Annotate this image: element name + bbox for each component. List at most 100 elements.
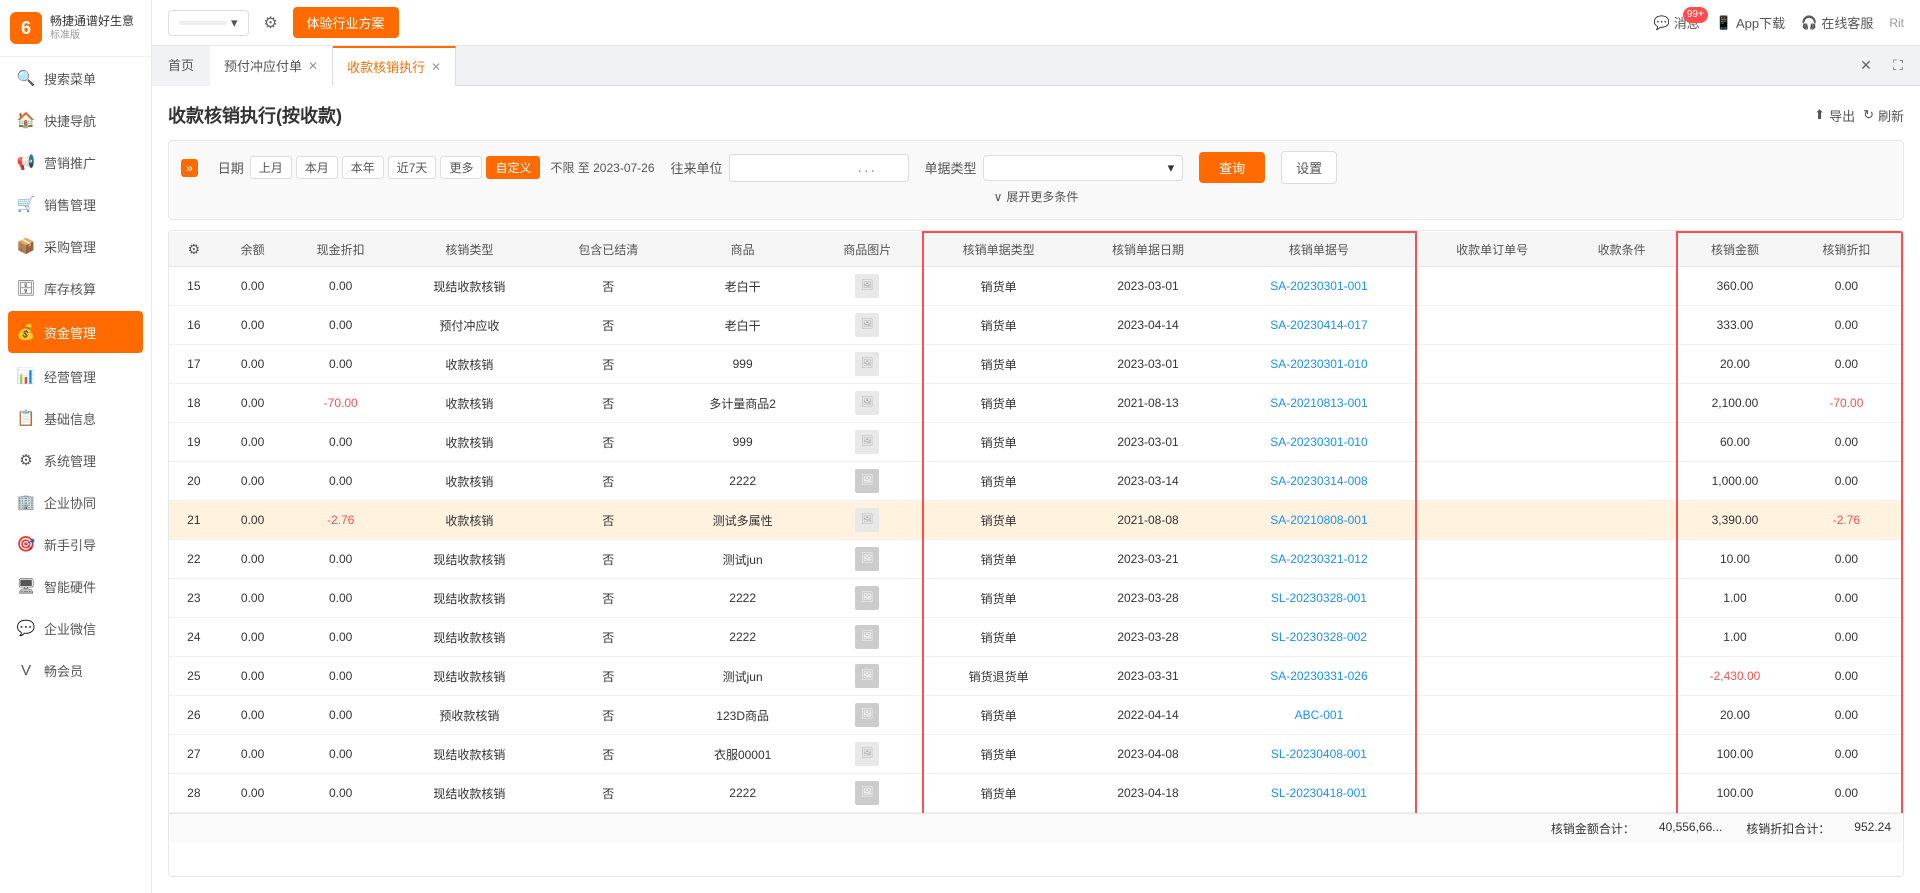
from-unit-input[interactable]	[738, 160, 858, 175]
table-footer: 核销金额合计： 40,556,66... 核销折扣合计： 952.24	[169, 813, 1903, 843]
bill-no-link[interactable]: SA-20230414-017	[1270, 318, 1367, 332]
solution-button[interactable]: 体验行业方案	[293, 7, 399, 38]
date-btn-last-month[interactable]: 上月	[250, 156, 292, 179]
sidebar-item-business[interactable]: 📊 经营管理	[0, 355, 151, 397]
app-download-button[interactable]: 📱 App下载	[1716, 13, 1785, 32]
tab-prepay[interactable]: 预付冲应付单 ✕	[210, 46, 333, 86]
service-icon: 🎧	[1801, 15, 1817, 31]
message-button[interactable]: 💬 消息 99+	[1654, 13, 1700, 32]
sidebar-label-guide: 新手引导	[44, 535, 96, 554]
cell-cancel-bill-date: 2023-03-21	[1073, 540, 1222, 579]
from-unit-dots[interactable]: ...	[858, 159, 877, 177]
cell-id: 21	[169, 501, 219, 540]
sidebar-label-purchase: 采购管理	[44, 237, 96, 256]
cell-id: 25	[169, 657, 219, 696]
sidebar-item-member[interactable]: V 畅会员	[0, 649, 151, 691]
online-service-button[interactable]: 🎧 在线客服	[1801, 13, 1873, 32]
tab-receipt-close[interactable]: ✕	[431, 60, 441, 74]
footer-discount-label: 核销折扣合计：	[1746, 820, 1830, 837]
cell-balance: 0.00	[219, 657, 287, 696]
date-btn-this-year[interactable]: 本年	[342, 156, 384, 179]
set-button[interactable]: 设置	[1281, 151, 1337, 184]
date-btn-more[interactable]: 更多	[440, 156, 482, 179]
date-btn-7days[interactable]: 近7天	[388, 156, 437, 179]
refresh-button[interactable]: ↻ 刷新	[1863, 106, 1904, 125]
bill-type-select[interactable]	[992, 160, 1168, 175]
bill-no-link[interactable]: SA-20230331-026	[1270, 669, 1367, 683]
cell-cancel-amount: 10.00	[1677, 540, 1792, 579]
bill-no-link[interactable]: SA-20230321-012	[1270, 552, 1367, 566]
bill-no-link[interactable]: SL-20230328-002	[1271, 630, 1367, 644]
sidebar-item-inventory[interactable]: 🗄 库存核算	[0, 267, 151, 309]
column-settings-icon[interactable]: ⚙	[188, 241, 201, 257]
tab-receipt[interactable]: 收款核销执行 ✕	[333, 46, 456, 86]
settings-icon[interactable]: ⚙	[257, 9, 285, 37]
cell-cancel-bill-no: SA-20230321-012	[1223, 540, 1417, 579]
date-btn-this-month[interactable]: 本月	[296, 156, 338, 179]
query-button[interactable]: 查询	[1199, 152, 1265, 183]
bill-no-link[interactable]: SL-20230328-001	[1271, 591, 1367, 605]
bill-no-link[interactable]: SA-20230301-010	[1270, 435, 1367, 449]
sidebar-item-purchase[interactable]: 📦 采购管理	[0, 225, 151, 267]
table-row: 17 0.00 0.00 收款核销 否 999 🖼 销货单 2023-03-01…	[169, 345, 1902, 384]
export-button[interactable]: ⬆ 导出	[1814, 106, 1855, 125]
sidebar-item-sales[interactable]: 🛒 销售管理	[0, 183, 151, 225]
bill-no-link[interactable]: ABC-001	[1295, 708, 1344, 722]
cell-product-image: 🖼	[813, 345, 923, 384]
cell-balance: 0.00	[219, 306, 287, 345]
bill-no-link[interactable]: SL-20230408-001	[1271, 747, 1367, 761]
sidebar-item-hardware[interactable]: 🖥 智能硬件	[0, 565, 151, 607]
guide-icon: 🎯	[16, 534, 36, 554]
company-selector[interactable]: ▾	[168, 10, 249, 36]
tabbar-actions: ✕ ⛶	[1852, 52, 1920, 80]
cell-product: 多计量商品2	[673, 384, 813, 423]
bill-no-link[interactable]: SA-20210808-001	[1270, 513, 1367, 527]
cell-product: 测试多属性	[673, 501, 813, 540]
cell-cancel-bill-type: 销货单	[923, 540, 1074, 579]
cell-product-image: 🖼	[813, 735, 923, 774]
table-header-row: ⚙ 余额 现金折扣 核销类型 包含已结清 商品 商品图片 核销单据类型 核销单据…	[169, 232, 1902, 267]
sidebar-item-finance[interactable]: 💰 资金管理	[8, 311, 143, 353]
bill-no-link[interactable]: SA-20210813-001	[1270, 396, 1367, 410]
cell-cancel-type: 现结收款核销	[395, 657, 544, 696]
cell-cancel-discount: 0.00	[1792, 540, 1902, 579]
tab-prepay-close[interactable]: ✕	[308, 59, 318, 73]
cell-receipt-order-no	[1416, 618, 1567, 657]
footer-discount-value: 952.24	[1854, 820, 1891, 837]
from-unit-group: 往来单位 ...	[671, 154, 909, 182]
app-icon: 📱	[1716, 15, 1732, 31]
bill-no-link[interactable]: SA-20230314-008	[1270, 474, 1367, 488]
logo-text: 畅捷通谱好生意 标准版	[50, 14, 134, 43]
date-btn-custom[interactable]: 自定义	[486, 156, 540, 179]
expand-arrow[interactable]: »	[181, 159, 198, 177]
table-row: 22 0.00 0.00 现结收款核销 否 测试jun 🖼 销货单 2023-0…	[169, 540, 1902, 579]
sidebar-item-quicknav[interactable]: 🏠 快捷导航	[0, 99, 151, 141]
sidebar-item-guide[interactable]: 🎯 新手引导	[0, 523, 151, 565]
cell-cash-discount: 0.00	[286, 774, 394, 813]
cell-cancel-bill-date: 2023-03-01	[1073, 423, 1222, 462]
sidebar-item-system[interactable]: ⚙ 系统管理	[0, 439, 151, 481]
th-setting[interactable]: ⚙	[169, 232, 219, 267]
cell-receipt-order-no	[1416, 267, 1567, 306]
sidebar-label-quicknav: 快捷导航	[44, 111, 96, 130]
message-badge: 99+	[1683, 7, 1708, 23]
sidebar-item-search[interactable]: 🔍 搜索菜单	[0, 57, 151, 99]
tab-home[interactable]: 首页	[152, 46, 210, 86]
cell-cancel-bill-type: 销货退货单	[923, 657, 1074, 696]
cell-balance: 0.00	[219, 579, 287, 618]
close-tab-icon[interactable]: ✕	[1852, 52, 1880, 80]
sidebar-item-marketing[interactable]: 📢 营销推广	[0, 141, 151, 183]
cell-receipt-condition	[1567, 267, 1677, 306]
bill-no-link[interactable]: SA-20230301-001	[1270, 279, 1367, 293]
cell-cash-discount: 0.00	[286, 345, 394, 384]
sidebar-item-basic[interactable]: 📋 基础信息	[0, 397, 151, 439]
logo-icon: 6	[10, 12, 42, 44]
expand-tab-icon[interactable]: ⛶	[1884, 52, 1912, 80]
bill-no-link[interactable]: SA-20230301-010	[1270, 357, 1367, 371]
sidebar-item-wechat[interactable]: 💬 企业微信	[0, 607, 151, 649]
sidebar-item-corp[interactable]: 🏢 企业协同	[0, 481, 151, 523]
bill-no-link[interactable]: SL-20230418-001	[1271, 786, 1367, 800]
sidebar-label-basic: 基础信息	[44, 409, 96, 428]
expand-conditions-button[interactable]: ∨ 展开更多条件	[181, 184, 1891, 209]
product-image-thumb: 🖼	[855, 625, 879, 649]
